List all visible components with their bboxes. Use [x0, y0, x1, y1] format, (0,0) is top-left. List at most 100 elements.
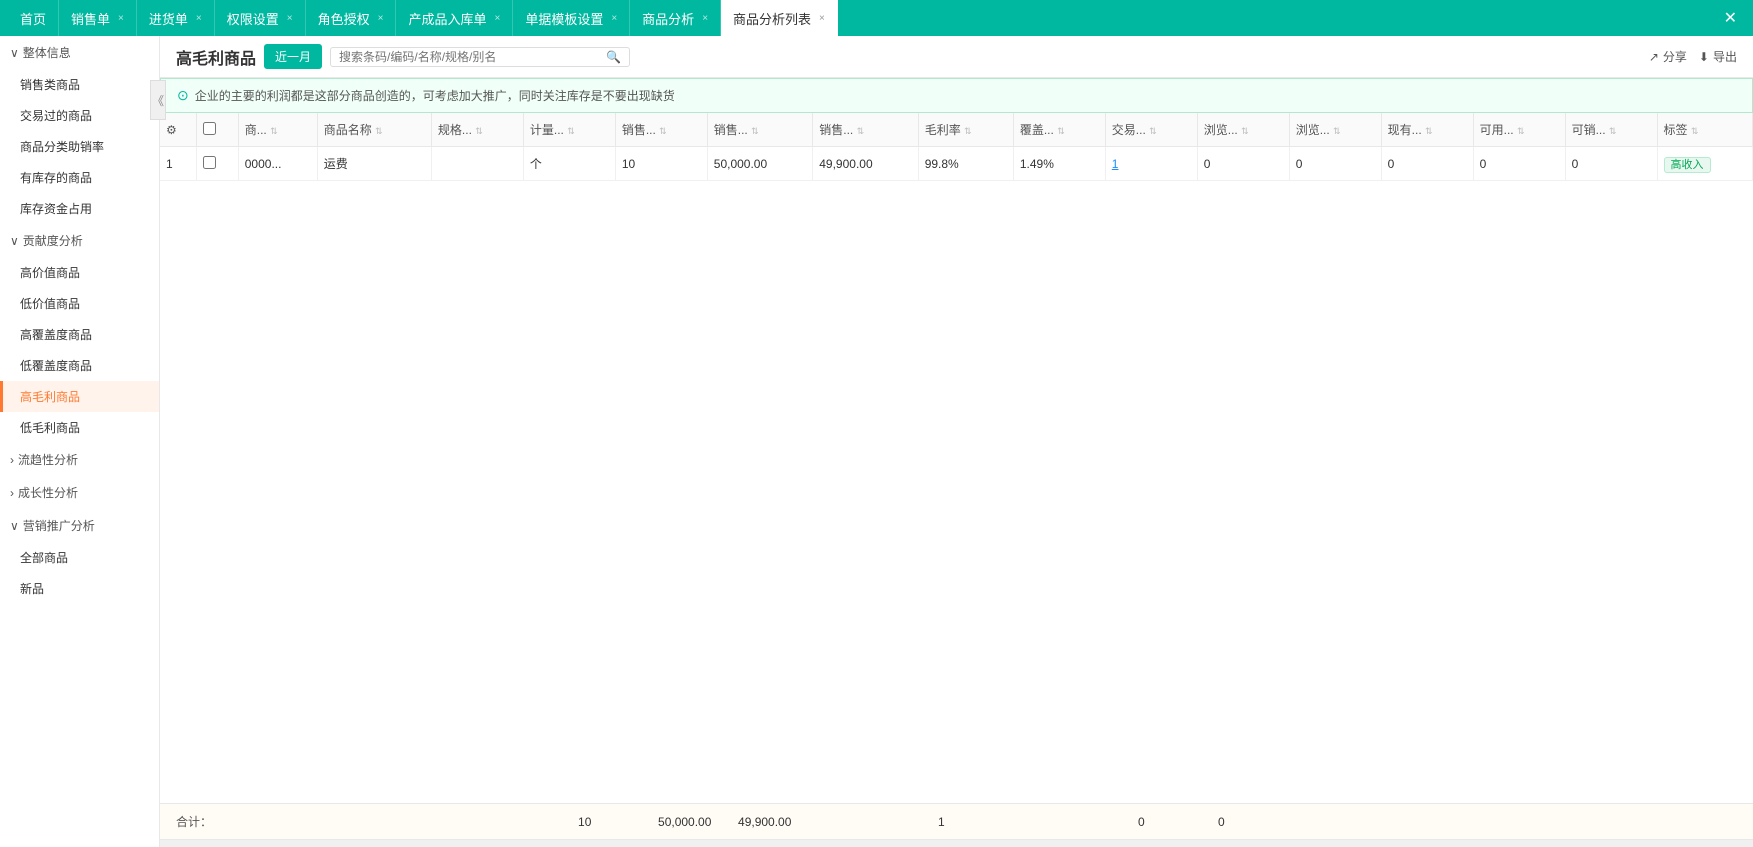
nav-item-5[interactable]: 产成品入库单 ×: [396, 0, 513, 36]
row-index: 1: [160, 147, 197, 181]
search-icon[interactable]: 🔍: [606, 50, 621, 64]
sort-icon-tag: ⇅: [1691, 126, 1699, 136]
nav-close-icon-4[interactable]: ×: [378, 13, 384, 24]
export-button[interactable]: ⬇ 导出: [1699, 48, 1737, 65]
col-header-views2[interactable]: 浏览... ⇅: [1289, 113, 1381, 147]
arrow-icon-2: ›: [10, 453, 14, 467]
row-current-stock: 0: [1381, 147, 1473, 181]
col-header-spec[interactable]: 规格... ⇅: [431, 113, 523, 147]
sidebar-item-0-0[interactable]: 销售类商品: [0, 69, 159, 100]
sort-icon-gross_margin: ⇅: [964, 126, 972, 136]
share-button[interactable]: ↗ 分享: [1649, 48, 1687, 65]
col-header-sellable[interactable]: 可销... ⇅: [1565, 113, 1657, 147]
col-header-transactions[interactable]: 交易... ⇅: [1105, 113, 1197, 147]
sidebar-item-0-3[interactable]: 有库存的商品: [0, 162, 159, 193]
settings-icon[interactable]: ⚙: [166, 123, 177, 137]
sidebar-group-label-4: 营销推广分析: [23, 517, 95, 534]
sidebar-item-0-1[interactable]: 交易过的商品: [0, 100, 159, 131]
sidebar-item-1-3[interactable]: 低覆盖度商品: [0, 350, 159, 381]
row-code: 0000...: [238, 147, 317, 181]
col-header-tag[interactable]: 标签 ⇅: [1657, 113, 1752, 147]
footer-total-label: 合计：: [176, 813, 212, 830]
close-all-button[interactable]: ✕: [1716, 8, 1745, 28]
nav-close-icon-5[interactable]: ×: [494, 13, 500, 24]
sidebar-item-0-2[interactable]: 商品分类助销率: [0, 131, 159, 162]
col-header-sales_qty[interactable]: 销售... ⇅: [615, 113, 707, 147]
col-header-sales_cost[interactable]: 销售... ⇅: [813, 113, 918, 147]
collapse-icon: 《: [152, 92, 164, 109]
page-title: 高毛利商品: [176, 45, 256, 69]
sort-icon-sellable: ⇅: [1609, 126, 1617, 136]
row-transactions[interactable]: 1: [1105, 147, 1197, 181]
nav-item-7[interactable]: 商品分析 ×: [630, 0, 721, 36]
sort-icon-unit: ⇅: [567, 126, 575, 136]
horizontal-scrollbar[interactable]: [160, 839, 1753, 847]
nav-close-icon-1[interactable]: ×: [118, 13, 124, 24]
sidebar-group-3[interactable]: › 成长性分析: [0, 476, 159, 509]
row-checkbox-0[interactable]: [203, 156, 216, 169]
sort-icon-coverage: ⇅: [1057, 126, 1065, 136]
col-header-current_stock[interactable]: 现有... ⇅: [1381, 113, 1473, 147]
sidebar-item-4-1[interactable]: 新品: [0, 573, 159, 604]
col-header-unit[interactable]: 计量... ⇅: [523, 113, 615, 147]
nav-item-1[interactable]: 销售单 ×: [59, 0, 137, 36]
col-header-checkbox: [197, 113, 238, 147]
table-footer: 合计： 10 50,000.00 49,900.00 1 0 0: [160, 803, 1753, 839]
sidebar-group-4[interactable]: ∨ 营销推广分析: [0, 509, 159, 542]
nav-close-icon-2[interactable]: ×: [196, 13, 202, 24]
table-header: ⚙商... ⇅商品名称 ⇅规格... ⇅计量... ⇅销售... ⇅销售... …: [160, 113, 1753, 147]
info-tip: ⊙ 企业的主要的利润都是这部分商品创造的，可考虑加大推广，同时关注库存是不要出现…: [160, 78, 1753, 113]
row-checkbox[interactable]: [197, 147, 238, 181]
sidebar-collapse-button[interactable]: 《: [150, 80, 166, 120]
select-all-checkbox[interactable]: [203, 122, 216, 135]
nav-close-icon-6[interactable]: ×: [611, 13, 617, 24]
sidebar-item-1-0[interactable]: 高价值商品: [0, 257, 159, 288]
search-input[interactable]: [339, 50, 602, 64]
sidebar-group-0[interactable]: ∨ 整体信息: [0, 36, 159, 69]
col-header-gross_margin[interactable]: 毛利率 ⇅: [918, 113, 1013, 147]
sidebar-item-1-5[interactable]: 低毛利商品: [0, 412, 159, 443]
row-tag: 高收入: [1657, 147, 1752, 181]
nav-item-3[interactable]: 权限设置 ×: [215, 0, 306, 36]
row-coverage: 1.49%: [1013, 147, 1105, 181]
col-header-code[interactable]: 商... ⇅: [238, 113, 317, 147]
nav-item-2[interactable]: 进货单 ×: [137, 0, 215, 36]
sidebar-group-label-2: 流趋性分析: [18, 451, 78, 468]
footer-sales-cost: 49,900.00: [732, 815, 812, 829]
nav-close-icon-3[interactable]: ×: [287, 13, 293, 24]
transaction-link-0[interactable]: 1: [1112, 157, 1119, 171]
col-header-views1[interactable]: 浏览... ⇅: [1197, 113, 1289, 147]
content-header: 高毛利商品 近一月 🔍 ↗ 分享 ⬇ 导出: [160, 36, 1753, 78]
arrow-icon-0: ∨: [10, 46, 19, 60]
sidebar-group-2[interactable]: › 流趋性分析: [0, 443, 159, 476]
row-sellable: 0: [1565, 147, 1657, 181]
sidebar-item-1-1[interactable]: 低价值商品: [0, 288, 159, 319]
filter-recent-month-button[interactable]: 近一月: [264, 44, 322, 69]
footer-current-stock: 0: [1132, 815, 1212, 829]
col-header-sales_amount[interactable]: 销售... ⇅: [707, 113, 812, 147]
sidebar-item-4-0[interactable]: 全部商品: [0, 542, 159, 573]
nav-item-8[interactable]: 商品分析列表 ×: [721, 0, 838, 36]
nav-close-icon-7[interactable]: ×: [702, 13, 708, 24]
col-header-name[interactable]: 商品名称 ⇅: [317, 113, 431, 147]
table-row: 10000...运费个1050,000.0049,900.0099.8%1.49…: [160, 147, 1753, 181]
row-views2: 0: [1289, 147, 1381, 181]
sort-icon-available_stock: ⇅: [1517, 126, 1525, 136]
sort-icon-sales_cost: ⇅: [857, 126, 865, 136]
row-gross-margin: 99.8%: [918, 147, 1013, 181]
sort-icon-views1: ⇅: [1241, 126, 1249, 136]
nav-item-4[interactable]: 角色授权 ×: [306, 0, 397, 36]
sort-icon-current_stock: ⇅: [1425, 126, 1433, 136]
sidebar-item-0-4[interactable]: 库存资金占用: [0, 193, 159, 224]
nav-item-6[interactable]: 单据模板设置 ×: [513, 0, 630, 36]
sidebar-item-1-4[interactable]: 高毛利商品: [0, 381, 159, 412]
footer-sales-amount: 50,000.00: [652, 815, 732, 829]
col-header-coverage[interactable]: 覆盖... ⇅: [1013, 113, 1105, 147]
sort-icon-spec: ⇅: [475, 126, 483, 136]
nav-item-0[interactable]: 首页: [8, 0, 59, 36]
footer-transactions: 1: [932, 815, 1012, 829]
nav-close-icon-8[interactable]: ×: [819, 13, 825, 24]
sidebar-group-1[interactable]: ∨ 贡献度分析: [0, 224, 159, 257]
col-header-available_stock[interactable]: 可用... ⇅: [1473, 113, 1565, 147]
sidebar-item-1-2[interactable]: 高覆盖度商品: [0, 319, 159, 350]
